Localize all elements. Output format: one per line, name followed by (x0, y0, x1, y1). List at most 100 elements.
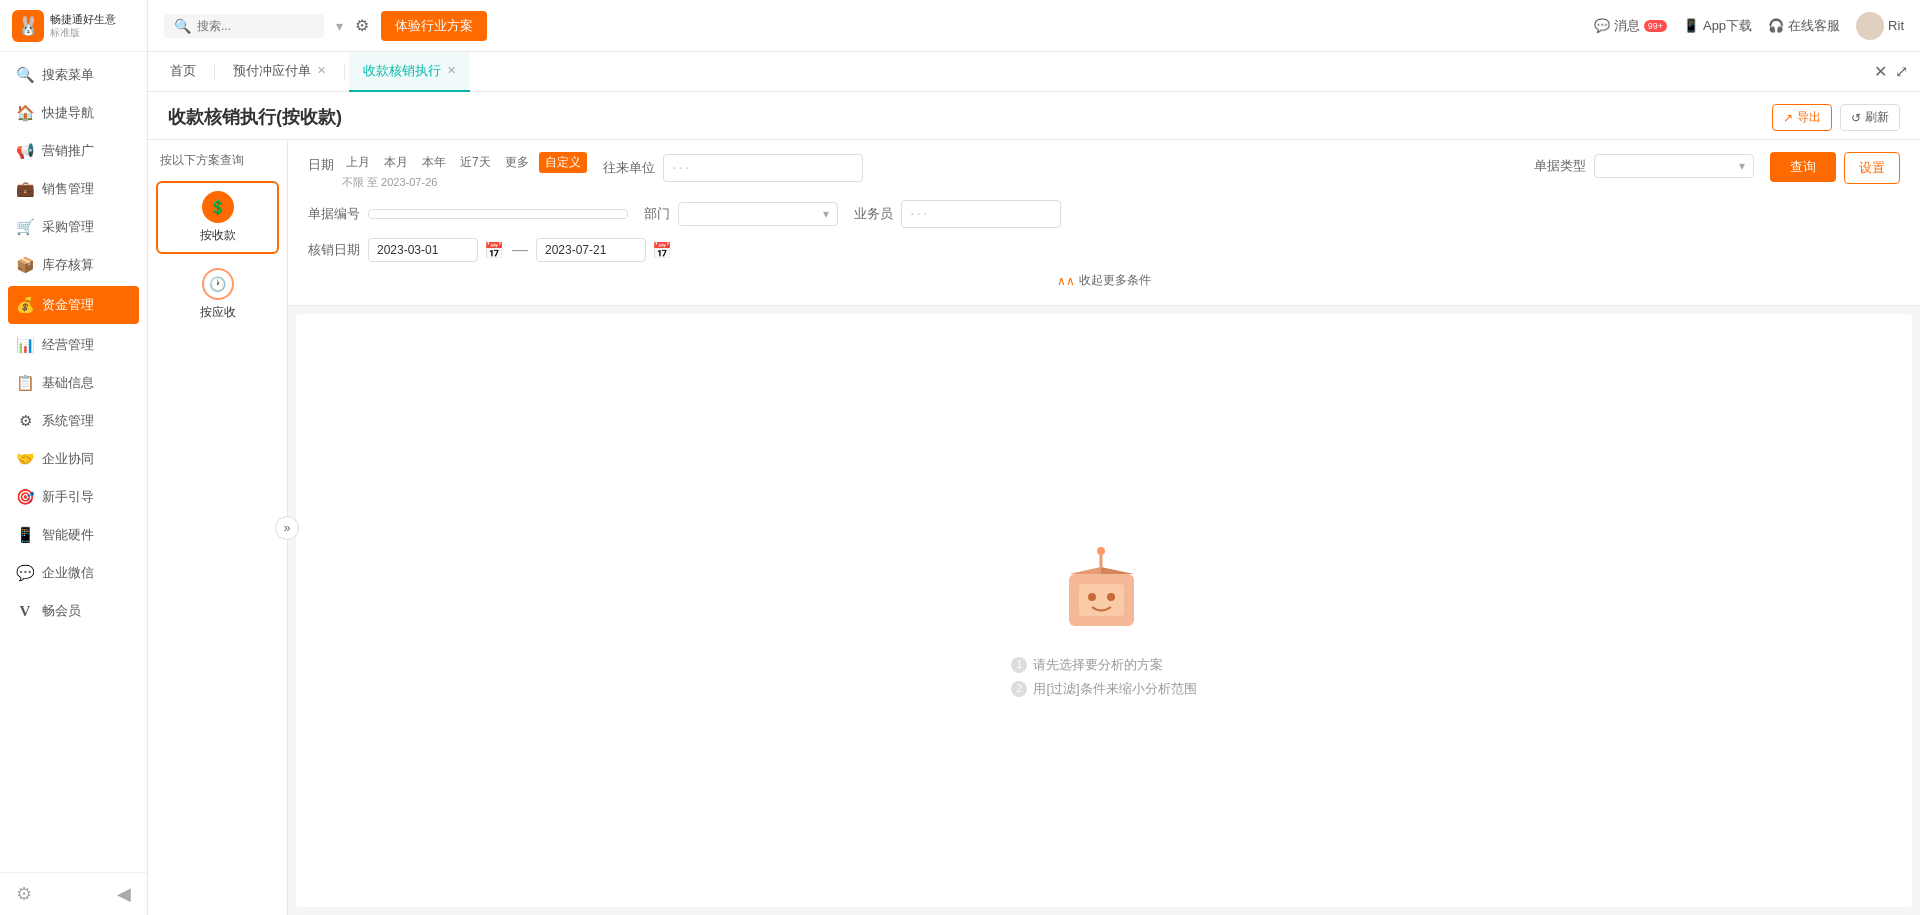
verify-date-label: 核销日期 (308, 241, 360, 259)
shortcut-last7days[interactable]: 近7天 (456, 152, 495, 173)
verify-date-start-cal-icon[interactable]: 📅 (484, 241, 504, 260)
partner-input[interactable]: ··· (663, 154, 863, 182)
tab-prepay-close[interactable]: ✕ (317, 64, 326, 77)
topbar-search-box[interactable]: 🔍 (164, 14, 324, 38)
sidebar-item-operations[interactable]: 📊 经营管理 (0, 326, 147, 364)
doc-type-label: 单据类型 (1534, 157, 1586, 175)
sidebar-collapse-icon[interactable]: ◀ (117, 883, 131, 905)
sidebar-item-quick-nav[interactable]: 🏠 快捷导航 (0, 94, 147, 132)
member-icon: V (16, 603, 34, 620)
settings-btn[interactable]: 设置 (1844, 152, 1900, 184)
staff-input[interactable]: ··· (901, 200, 1061, 228)
tab-close-all-icon[interactable]: ✕ (1874, 62, 1887, 81)
topbar-gear-icon[interactable]: ⚙ (355, 16, 369, 35)
industry-btn[interactable]: 体验行业方案 (381, 11, 487, 41)
partner-label: 往来单位 (603, 159, 655, 177)
topbar-right: 💬 消息 99+ 📱 App下载 🎧 在线客服 Rit (1594, 12, 1904, 40)
empty-step-1-label: 请先选择要分析的方案 (1033, 656, 1163, 674)
sidebar-item-cooperation[interactable]: 🤝 企业协同 (0, 440, 147, 478)
sidebar-item-label: 搜索菜单 (42, 66, 94, 84)
topbar-dropdown-icon[interactable]: ▾ (336, 18, 343, 34)
marketing-icon: 📢 (16, 142, 34, 160)
empty-svg-illustration (1049, 529, 1159, 639)
sidebar-item-purchase[interactable]: 🛒 采购管理 (0, 208, 147, 246)
refresh-btn[interactable]: ↺ 刷新 (1840, 104, 1900, 131)
tab-expand-icon[interactable]: ⤢ (1895, 62, 1908, 81)
collapse-more-label: 收起更多条件 (1079, 272, 1151, 289)
verify-date-end-input[interactable] (536, 238, 646, 262)
topbar-search-input[interactable] (197, 19, 314, 33)
shortcut-more[interactable]: 更多 (501, 152, 533, 173)
main-area: 🔍 ▾ ⚙ 体验行业方案 💬 消息 99+ 📱 App下载 🎧 在线客服 Rit (148, 0, 1920, 915)
page-title: 收款核销执行(按收款) (168, 105, 342, 129)
collapse-chevron-icon: ∧∧ (1057, 274, 1075, 288)
dept-select[interactable]: ▾ (678, 202, 838, 226)
sidebar-item-marketing[interactable]: 📢 营销推广 (0, 132, 147, 170)
operations-icon: 📊 (16, 336, 34, 354)
filter-by-receivable[interactable]: 🕐 按应收 (156, 258, 279, 331)
sidebar-item-hardware[interactable]: 📱 智能硬件 (0, 516, 147, 554)
tabs-actions: ✕ ⤢ (1874, 62, 1912, 81)
messages-btn[interactable]: 💬 消息 99+ (1594, 17, 1667, 35)
doc-no-label: 单据编号 (308, 205, 360, 223)
system-icon: ⚙ (16, 412, 34, 430)
export-btn[interactable]: ↗ 导出 (1772, 104, 1832, 131)
sidebar-item-member[interactable]: V 畅会员 (0, 592, 147, 630)
wechat-icon: 💬 (16, 564, 34, 582)
filter-panel-title: 按以下方案查询 (148, 152, 287, 177)
shortcut-custom[interactable]: 自定义 (539, 152, 587, 173)
query-btn[interactable]: 查询 (1770, 152, 1836, 182)
tab-prepay[interactable]: 预付冲应付单 ✕ (219, 52, 340, 92)
sidebar-item-finance[interactable]: 💰 资金管理 (8, 286, 139, 324)
tab-home[interactable]: 首页 (156, 52, 210, 92)
shortcut-this-year[interactable]: 本年 (418, 152, 450, 173)
tab-bar: 首页 预付冲应付单 ✕ 收款核销执行 ✕ ✕ ⤢ (148, 52, 1920, 92)
finance-icon: 💰 (16, 296, 34, 314)
sidebar-item-wechat[interactable]: 💬 企业微信 (0, 554, 147, 592)
doc-no-input[interactable] (368, 209, 628, 219)
service-icon: 🎧 (1768, 18, 1784, 33)
verify-date-start-input[interactable] (368, 238, 478, 262)
sidebar-item-sales[interactable]: 💼 销售管理 (0, 170, 147, 208)
collapse-more-btn[interactable]: ∧∧ 收起更多条件 (308, 268, 1900, 293)
query-area: 日期 上月 本月 本年 近7天 更多 自定义 不限 至 2023-07-26 (288, 140, 1920, 915)
sidebar-item-basic-info[interactable]: 📋 基础信息 (0, 364, 147, 402)
filter-by-receipt[interactable]: 💲 按收款 (156, 181, 279, 254)
svg-point-7 (1097, 547, 1105, 555)
tab-receivable-close[interactable]: ✕ (447, 64, 456, 77)
tab-divider-1 (214, 64, 215, 80)
verify-date-end-cal-icon[interactable]: 📅 (652, 241, 672, 260)
hardware-icon: 📱 (16, 526, 34, 544)
user-area[interactable]: Rit (1856, 12, 1904, 40)
sidebar-item-label: 营销推广 (42, 142, 94, 160)
online-service-btn[interactable]: 🎧 在线客服 (1768, 17, 1840, 35)
shortcut-last-month[interactable]: 上月 (342, 152, 374, 173)
staff-dots: ··· (910, 205, 929, 223)
empty-step-2-label: 用[过滤]条件来缩小分析范围 (1033, 680, 1196, 698)
app-download-btn[interactable]: 📱 App下载 (1683, 17, 1752, 35)
logo-icon: 🐰 (12, 10, 44, 42)
doc-type-select[interactable]: ▾ (1594, 154, 1754, 178)
filter-panel-collapse-btn[interactable]: » (275, 516, 299, 540)
dept-label: 部门 (644, 205, 670, 223)
form-actions: 查询 设置 (1770, 152, 1900, 184)
query-form: 日期 上月 本月 本年 近7天 更多 自定义 不限 至 2023-07-26 (288, 140, 1920, 306)
sidebar-item-label: 企业微信 (42, 564, 94, 582)
tab-divider-2 (344, 64, 345, 80)
receipt-icon: 💲 (202, 191, 234, 223)
search-icon: 🔍 (16, 66, 34, 84)
sidebar-item-label: 畅会员 (42, 602, 81, 620)
sidebar-settings-icon[interactable]: ⚙ (16, 883, 32, 905)
tab-prepay-label: 预付冲应付单 (233, 62, 311, 80)
sidebar-item-search[interactable]: 🔍 搜索菜单 (0, 56, 147, 94)
tab-receivable[interactable]: 收款核销执行 ✕ (349, 52, 470, 92)
empty-step-1: 1 请先选择要分析的方案 (1011, 656, 1196, 674)
dept-chevron: ▾ (823, 207, 829, 221)
sidebar-item-beginner[interactable]: 🎯 新手引导 (0, 478, 147, 516)
sidebar-item-inventory[interactable]: 📦 库存核算 (0, 246, 147, 284)
sidebar-item-system[interactable]: ⚙ 系统管理 (0, 402, 147, 440)
shortcut-this-month[interactable]: 本月 (380, 152, 412, 173)
empty-state: 1 请先选择要分析的方案 2 用[过滤]条件来缩小分析范围 (296, 314, 1912, 907)
inventory-icon: 📦 (16, 256, 34, 274)
svg-point-5 (1107, 593, 1115, 601)
